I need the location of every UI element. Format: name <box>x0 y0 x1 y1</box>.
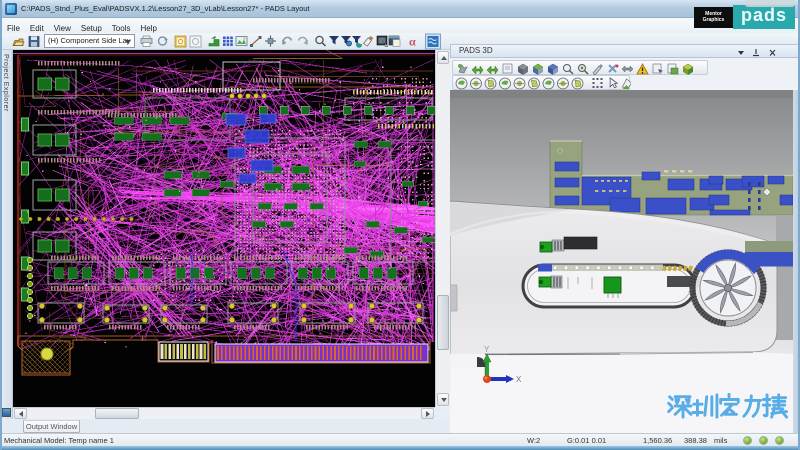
svg-text:α: α <box>409 35 416 49</box>
svg-text:Y: Y <box>484 345 490 354</box>
svg-text:X: X <box>516 375 522 384</box>
